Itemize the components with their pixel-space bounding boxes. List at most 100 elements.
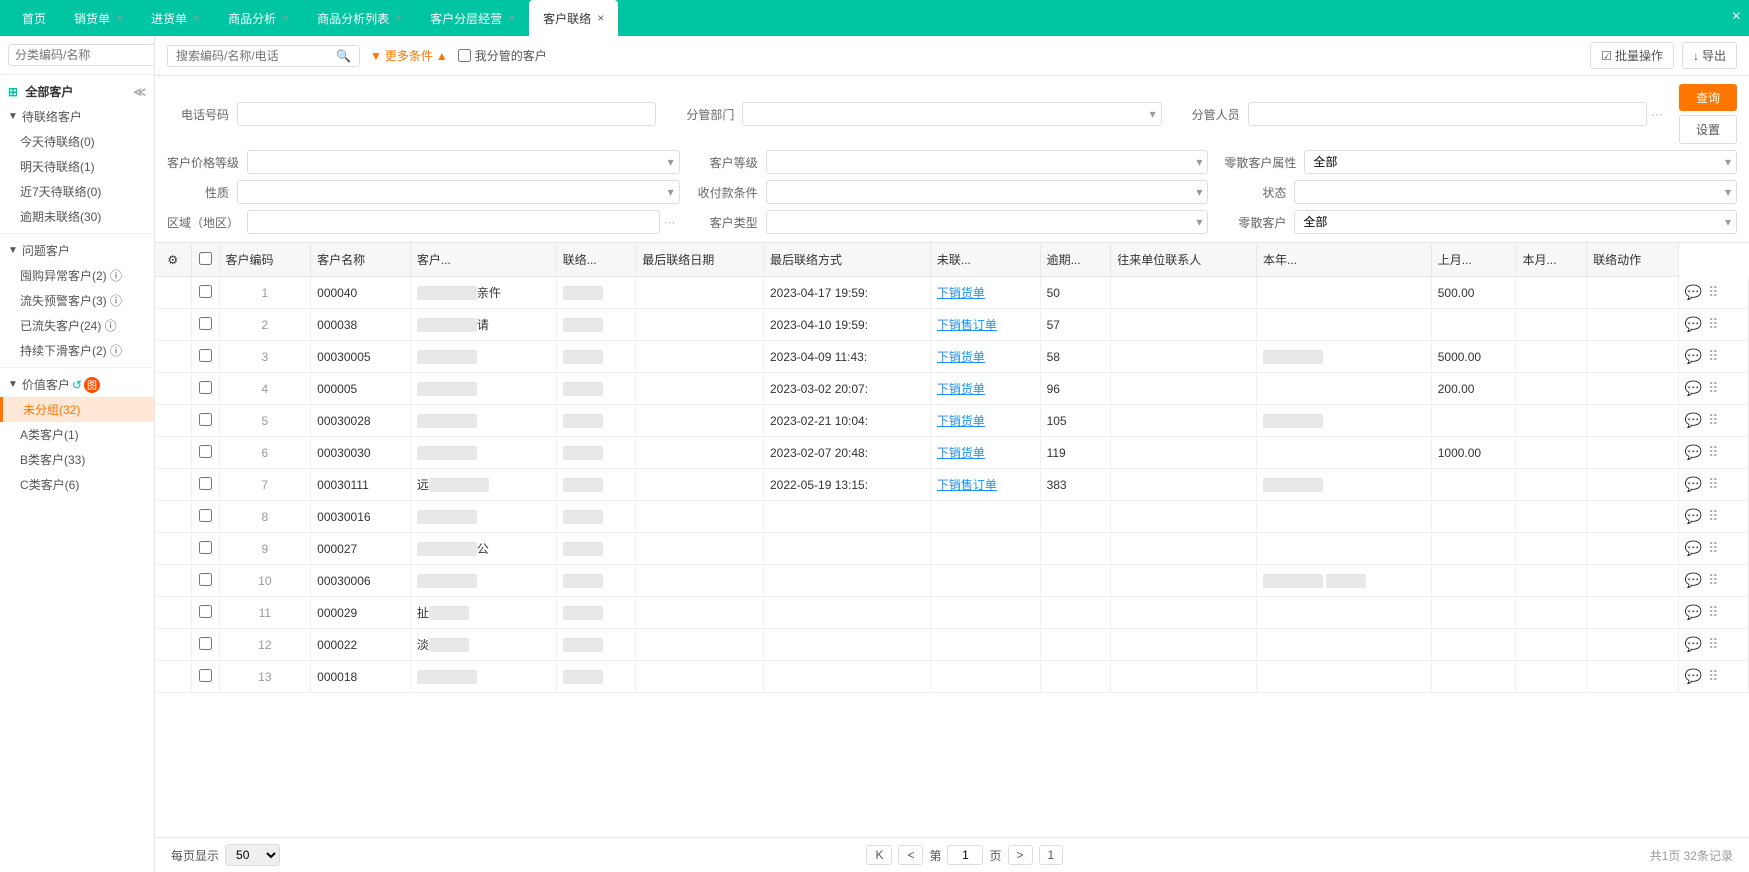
export-btn[interactable]: ↓ 导出 <box>1682 42 1737 69</box>
window-close-btn[interactable]: × <box>1732 8 1741 26</box>
refresh-icon[interactable]: ↺ <box>72 378 82 392</box>
my-customers-checkbox[interactable] <box>458 49 471 62</box>
batch-operation-btn[interactable]: ☑ 批量操作 <box>1590 42 1674 69</box>
price-level-select[interactable] <box>247 150 680 174</box>
search-icon[interactable]: 🔍 <box>336 49 351 63</box>
tab-product-analysis[interactable]: 商品分析 × <box>214 0 303 36</box>
contact-method-link[interactable]: 下销货单 <box>937 446 985 460</box>
contact-method-link[interactable]: 下销货单 <box>937 382 985 396</box>
prev-page-btn[interactable]: < <box>898 845 923 865</box>
more-conditions-btn[interactable]: ▼ 更多条件 ▲ <box>370 47 448 64</box>
more-action-icon[interactable]: ⠿ <box>1708 316 1718 333</box>
more-action-icon[interactable]: ⠿ <box>1708 284 1718 301</box>
row-checkbox[interactable] <box>199 349 212 362</box>
contact-action-icon[interactable]: 💬 <box>1685 476 1702 493</box>
more-action-icon[interactable]: ⠿ <box>1708 476 1718 493</box>
contact-method-link[interactable]: 下销售订单 <box>937 478 997 492</box>
tab-purchase[interactable]: 进货单 × <box>137 0 214 36</box>
row-checkbox[interactable] <box>199 381 212 394</box>
retail-customer-select[interactable]: 全部 <box>1294 210 1737 234</box>
row-checkbox[interactable] <box>199 413 212 426</box>
sidebar-item-ungroup[interactable]: 未分组(32) <box>0 397 154 422</box>
contact-action-icon[interactable]: 💬 <box>1685 316 1702 333</box>
customer-type-select[interactable] <box>766 210 1209 234</box>
contact-action-icon[interactable]: 💬 <box>1685 540 1702 557</box>
contact-action-icon[interactable]: 💬 <box>1685 636 1702 653</box>
area-input[interactable] <box>247 210 660 234</box>
contact-action-icon[interactable]: 💬 <box>1685 604 1702 621</box>
contact-method-link[interactable]: 下销货单 <box>937 414 985 428</box>
contact-action-icon[interactable]: 💬 <box>1685 348 1702 365</box>
sidebar-item-7days-pending[interactable]: 近7天待联络(0) <box>0 179 154 204</box>
row-checkbox[interactable] <box>199 637 212 650</box>
close-product-list-tab[interactable]: × <box>395 11 402 25</box>
sidebar-item-churn-warning[interactable]: 流失预警客户(3) ⓘ <box>0 288 154 313</box>
next-page-btn[interactable]: > <box>1008 845 1033 865</box>
contact-method-link[interactable]: 下销售订单 <box>937 318 997 332</box>
tab-customer-segment[interactable]: 客户分层经营 × <box>416 0 529 36</box>
problem-customer-group[interactable]: ▼ 问题客户 <box>0 238 154 263</box>
sidebar-item-churned[interactable]: 已流失客户(24) ⓘ <box>0 313 154 338</box>
tab-home[interactable]: 首页 <box>8 0 60 36</box>
sidebar-item-overdue-pending[interactable]: 逾期未联络(30) <box>0 204 154 229</box>
row-checkbox[interactable] <box>199 541 212 554</box>
contact-method-link[interactable]: 下销货单 <box>937 286 985 300</box>
dept-select[interactable] <box>742 102 1161 126</box>
tab-product-list[interactable]: 商品分析列表 × <box>303 0 416 36</box>
more-action-icon[interactable]: ⠿ <box>1708 348 1718 365</box>
more-action-icon[interactable]: ⠿ <box>1708 508 1718 525</box>
sidebar-item-class-c[interactable]: C类客户(6) <box>0 472 154 497</box>
row-checkbox[interactable] <box>199 605 212 618</box>
status-select[interactable] <box>1294 180 1737 204</box>
contact-action-icon[interactable]: 💬 <box>1685 668 1702 685</box>
customer-level-select[interactable] <box>766 150 1209 174</box>
contact-action-icon[interactable]: 💬 <box>1685 444 1702 461</box>
more-action-icon[interactable]: ⠿ <box>1708 668 1718 685</box>
first-page-btn[interactable]: K <box>866 845 892 865</box>
contact-method-link[interactable]: 下销货单 <box>937 350 985 364</box>
more-action-icon[interactable]: ⠿ <box>1708 540 1718 557</box>
contact-action-icon[interactable]: 💬 <box>1685 380 1702 397</box>
payment-select[interactable] <box>766 180 1209 204</box>
more-action-icon[interactable]: ⠿ <box>1708 636 1718 653</box>
person-input[interactable] <box>1248 102 1647 126</box>
row-checkbox[interactable] <box>199 445 212 458</box>
sidebar-item-today-pending[interactable]: 今天待联络(0) <box>0 129 154 154</box>
sidebar-item-class-a[interactable]: A类客户(1) <box>0 422 154 447</box>
tab-customer-contact[interactable]: 客户联络 × <box>529 0 618 36</box>
more-action-icon[interactable]: ⠿ <box>1708 444 1718 461</box>
my-customers-toggle[interactable]: 我分管的客户 <box>458 47 547 64</box>
last-page-btn[interactable]: 1 <box>1039 845 1064 865</box>
sidebar-item-class-b[interactable]: B类客户(33) <box>0 447 154 472</box>
page-number-input[interactable] <box>947 845 983 865</box>
row-checkbox[interactable] <box>199 669 212 682</box>
contact-action-icon[interactable]: 💬 <box>1685 412 1702 429</box>
row-checkbox[interactable] <box>199 573 212 586</box>
close-product-tab[interactable]: × <box>282 11 289 25</box>
category-search-input[interactable] <box>8 44 155 66</box>
pending-contact-group[interactable]: ▼ 待联络客户 <box>0 104 154 129</box>
retail-attr-select[interactable]: 全部 <box>1304 150 1737 174</box>
sidebar-item-tomorrow-pending[interactable]: 明天待联络(1) <box>0 154 154 179</box>
close-segment-tab[interactable]: × <box>508 11 515 25</box>
close-purchase-tab[interactable]: × <box>193 11 200 25</box>
gender-select[interactable] <box>237 180 680 204</box>
reset-btn[interactable]: 设置 <box>1679 115 1737 144</box>
search-input[interactable] <box>176 49 336 63</box>
close-sales-tab[interactable]: × <box>116 11 123 25</box>
value-customer-group[interactable]: ▼ 价值客户 ↺ 图 <box>0 372 154 397</box>
contact-action-icon[interactable]: 💬 <box>1685 508 1702 525</box>
row-checkbox[interactable] <box>199 317 212 330</box>
query-btn[interactable]: 查询 <box>1679 84 1737 111</box>
area-more-icon[interactable]: ··· <box>660 215 680 229</box>
more-action-icon[interactable]: ⠿ <box>1708 380 1718 397</box>
select-all-checkbox[interactable] <box>199 252 212 265</box>
tab-sales[interactable]: 销货单 × <box>60 0 137 36</box>
more-action-icon[interactable]: ⠿ <box>1708 604 1718 621</box>
more-action-icon[interactable]: ⠿ <box>1708 412 1718 429</box>
person-more-icon[interactable]: ··· <box>1647 107 1667 121</box>
sidebar-item-declining[interactable]: 持续下滑客户(2) ⓘ <box>0 338 154 363</box>
contact-action-icon[interactable]: 💬 <box>1685 284 1702 301</box>
phone-input[interactable] <box>237 102 656 126</box>
all-customers-section[interactable]: ⊞ 全部客户 ≪ <box>0 75 154 104</box>
